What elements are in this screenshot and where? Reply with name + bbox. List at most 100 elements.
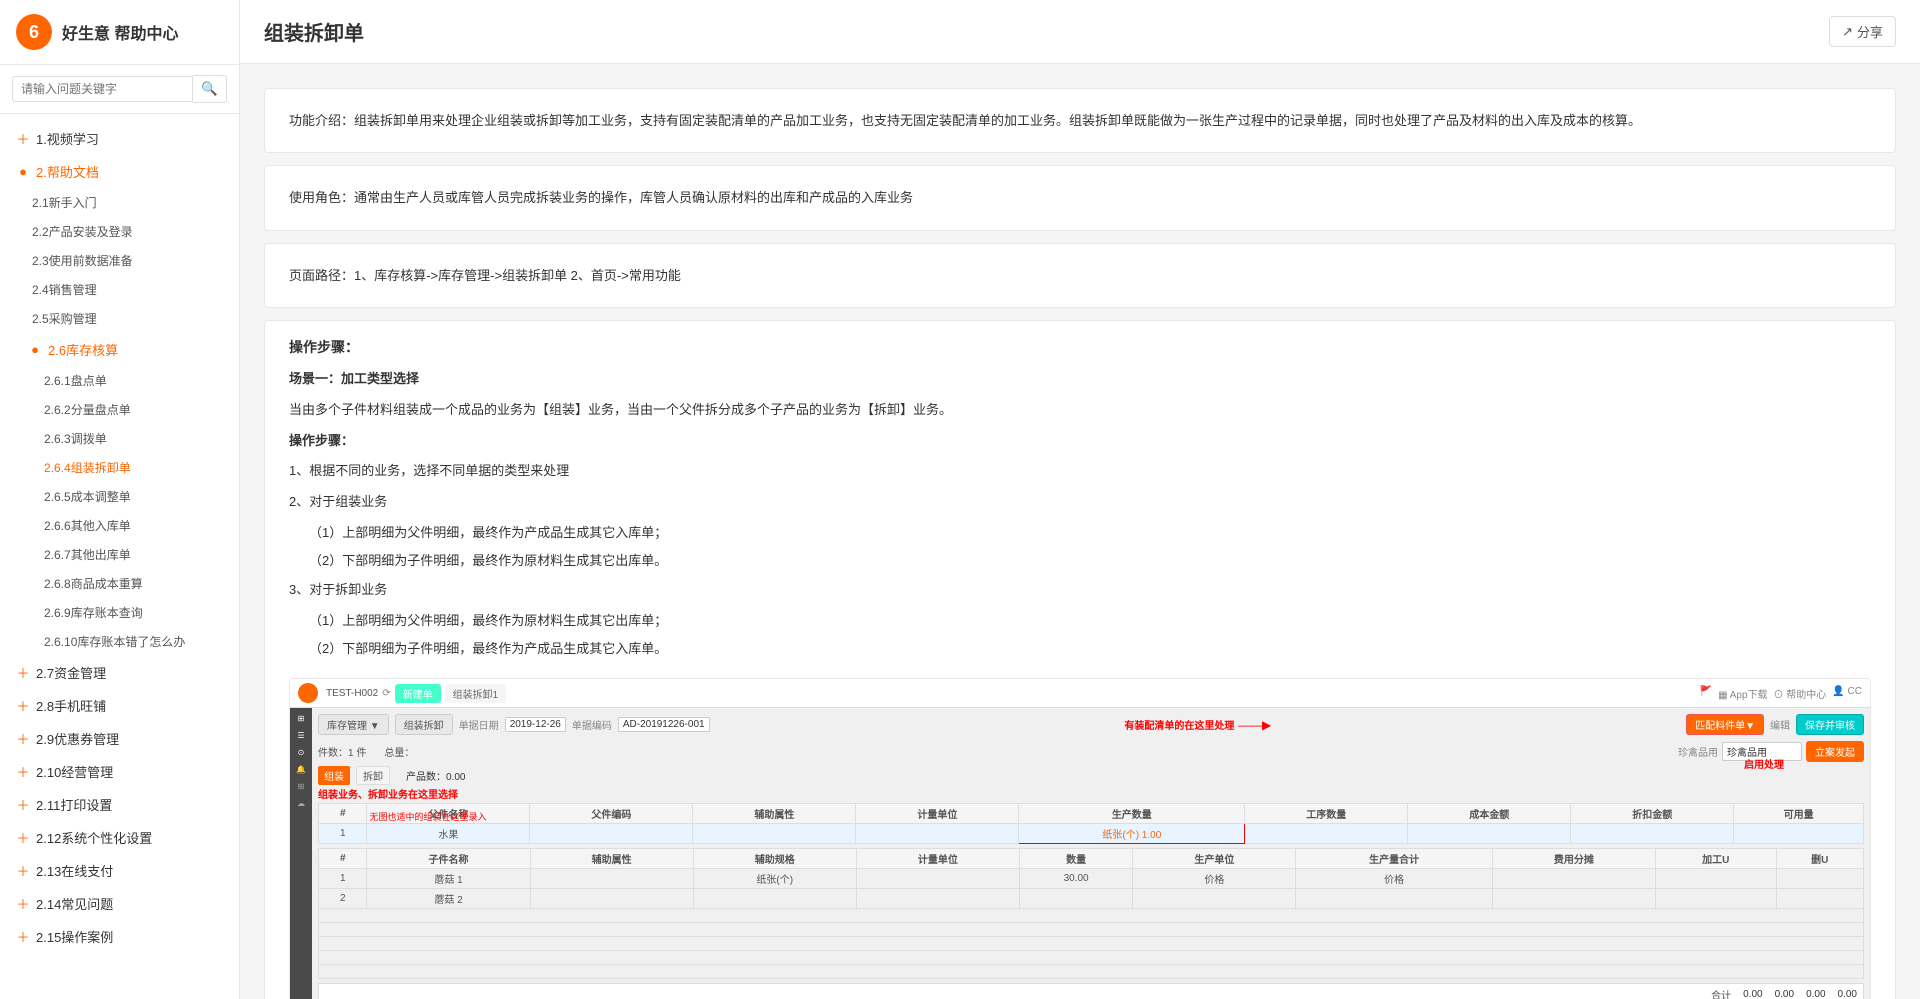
ss-tab-new: 新建单 <box>395 684 441 703</box>
sidebar-item-personalize[interactable]: ＋ 2.12系统个性化设置 <box>0 821 239 854</box>
plus-icon-9: ＋ <box>16 864 30 878</box>
ss-std-aux1 <box>530 869 693 889</box>
sidebar-item-stocktake[interactable]: 2.6.1盘点单 <box>0 366 239 395</box>
ss-strip-icon4: 🔔 <box>296 765 306 774</box>
ss-th-prod-qty: 生产数量 <box>1019 804 1245 824</box>
sidebar-label-ops: 2.10经营管理 <box>36 762 113 781</box>
ss-td-prod-qty: 纸张(个) 1.00 <box>1019 824 1245 844</box>
sidebar-item-purchase[interactable]: 2.5采购管理 <box>0 304 239 333</box>
sidebar-item-other-in[interactable]: 2.6.6其他入库单 <box>0 511 239 540</box>
ss-date-field: 2019-12-26 <box>505 717 566 732</box>
ss-td-name: 水果 无图也适中的组装在这里录入 <box>367 824 530 844</box>
ss-std-qty2 <box>1019 889 1132 909</box>
sidebar-item-payment[interactable]: ＋ 2.13在线支付 <box>0 854 239 887</box>
ss-sub-label2: 总量： <box>384 744 414 759</box>
main-header: 组装拆卸单 ↗ 分享 <box>240 0 1920 64</box>
ss-std-proc2 <box>1655 889 1776 909</box>
sidebar-item-inv-ledger[interactable]: 2.6.9库存账本查询 <box>0 598 239 627</box>
ss-icon-flag: 🚩 <box>1700 686 1712 701</box>
sidebar-label-payment: 2.13在线支付 <box>36 861 113 880</box>
sidebar-item-coupon[interactable]: ＋ 2.9优惠券管理 <box>0 722 239 755</box>
sidebar-item-print[interactable]: ＋ 2.11打印设置 <box>0 788 239 821</box>
step3: 3、对于拆卸业务 <box>289 578 1871 603</box>
ss-arrow-right: ——▶ <box>1238 718 1271 732</box>
ss-upper-table-header: # 父件名称 父件编码 辅助属性 计量单位 生产数量 工序数量 成本金额 <box>319 804 1864 824</box>
sidebar-item-other-out[interactable]: 2.6.7其他出库单 <box>0 540 239 569</box>
sidebar-item-mobile[interactable]: ＋ 2.8手机旺铺 <box>0 689 239 722</box>
sidebar-label-video: 1.视频学习 <box>36 129 99 148</box>
sidebar-item-transfer[interactable]: 2.6.3调拨单 <box>0 424 239 453</box>
logo-title: 好生意 帮助中心 <box>62 20 178 44</box>
sidebar-item-install[interactable]: 2.2产品安装及登录 <box>0 217 239 246</box>
ss-std-punit2 <box>1133 889 1296 909</box>
ss-date-label: 单据日期 <box>459 717 499 732</box>
ss-sub-table-wrapper: # 子件名称 辅助属性 辅助规格 计量单位 数量 生产单位 生产量合计 <box>318 848 1864 979</box>
sidebar-item-data-prep[interactable]: 2.3使用前数据准备 <box>0 246 239 275</box>
plus-icon-3: ＋ <box>16 666 30 680</box>
ss-std-spec2 <box>693 889 856 909</box>
ss-annotation-bottom: 无图也适中的组装在这里录入 <box>369 810 486 823</box>
sidebar-item-cases[interactable]: ＋ 2.15操作案例 <box>0 920 239 953</box>
table-row <box>319 965 1864 979</box>
scene1-desc: 当由多个子件材料组装成一个成品的业务为【组装】业务，当由一个父件拆分成多个子产品… <box>289 398 1871 423</box>
sidebar-item-sales[interactable]: 2.4销售管理 <box>0 275 239 304</box>
ss-topbar-id: TEST-H002 <box>326 688 378 699</box>
role-text: 使用角色：通常由生产人员或库管人员完成拆装业务的操作，库管人员确认原材料的出库和… <box>289 190 913 205</box>
path-text: 页面路径：1、库存核算->库存管理->组装拆卸单 2、首页->常用功能 <box>289 268 681 283</box>
sidebar-label-inventory: 2.6库存核算 <box>48 340 118 359</box>
ss-type-tab2: 拆卸 <box>356 766 390 785</box>
search-input[interactable] <box>12 76 193 102</box>
sidebar-item-newbie[interactable]: 2.1新手入门 <box>0 188 239 217</box>
ss-footer-v1: 0.00 <box>1743 989 1762 999</box>
ss-sth-spec: 辅助规格 <box>693 849 856 869</box>
ss-std-del1 <box>1776 869 1863 889</box>
share-button[interactable]: ↗ 分享 <box>1829 16 1896 47</box>
sidebar-label-personalize: 2.12系统个性化设置 <box>36 828 152 847</box>
sidebar-item-finance[interactable]: ＋ 2.7资金管理 <box>0 656 239 689</box>
ss-btn-edit1: 库存管理 ▼ <box>318 714 389 735</box>
ss-std-unit2 <box>856 889 1019 909</box>
ss-th-parent-code: 父件编码 <box>530 804 693 824</box>
sidebar-item-help-docs[interactable]: ● 2.帮助文档 <box>0 155 239 188</box>
ss-std-qty1: 30.00 <box>1019 869 1132 889</box>
ss-annotation-area: 有装配清单的在这里处理 ——▶ <box>716 717 1681 732</box>
ss-icon-apptray: ▦ App下载 <box>1718 686 1767 701</box>
sidebar-item-cost-recalc[interactable]: 2.6.8商品成本重算 <box>0 569 239 598</box>
ss-th-cost: 成本金额 <box>1408 804 1571 824</box>
ss-sth-child-name: 子件名称 <box>367 849 530 869</box>
ss-th-disc: 折扣金额 <box>1571 804 1734 824</box>
ss-footer-v4: 0.00 <box>1838 989 1857 999</box>
share-icon: ↗ <box>1842 24 1853 40</box>
sidebar-item-assembly[interactable]: 2.6.4组装拆卸单 <box>0 453 239 482</box>
ss-strip-icon1: ⊞ <box>298 714 305 723</box>
ss-btn-confirm: 立案发起 <box>1806 741 1864 762</box>
sidebar-item-ops[interactable]: ＋ 2.10经营管理 <box>0 755 239 788</box>
plus-icon: ＋ <box>16 132 30 146</box>
sidebar-item-inventory[interactable]: ● 2.6库存核算 <box>0 333 239 366</box>
search-button[interactable]: 🔍 <box>193 75 227 103</box>
sidebar-nav: ＋ 1.视频学习 ● 2.帮助文档 2.1新手入门 2.2产品安装及登录 2.3… <box>0 114 239 999</box>
sidebar-label-print: 2.11打印设置 <box>36 795 112 814</box>
sidebar-item-faq[interactable]: ＋ 2.14常见问题 <box>0 887 239 920</box>
ss-std-punit1: 价格 <box>1133 869 1296 889</box>
logo-icon: 6 <box>16 14 52 50</box>
ss-type-annotation-row: 组装 拆卸 产品数：0.00 组装业务、拆卸业务在这里选择 启用处理 <box>318 766 1864 785</box>
sidebar-label-finance: 2.7资金管理 <box>36 663 106 682</box>
ops-section: 操作步骤： 场景一：加工类型选择 当由多个子件材料组装成一个成品的业务为【组装】… <box>264 320 1896 999</box>
sidebar-item-partial-stocktake[interactable]: 2.6.2分量盘点单 <box>0 395 239 424</box>
ss-std-name2: 蘑菇 2 <box>367 889 530 909</box>
screenshot-wrapper: TEST-H002 ⟳ 新建单 组装拆卸1 🚩 ▦ App下载 ⊙ 帮助中心 👤… <box>289 678 1871 999</box>
sidebar-item-inv-ledger-fix[interactable]: 2.6.10库存账本错了怎么办 <box>0 627 239 656</box>
ss-std-alloc1 <box>1492 869 1655 889</box>
ss-product-count: 产品数：0.00 <box>406 768 465 783</box>
ss-td-1: 1 <box>319 824 367 844</box>
sidebar-label-help-docs: 2.帮助文档 <box>36 162 99 181</box>
sidebar-item-cost-adj[interactable]: 2.6.5成本调整单 <box>0 482 239 511</box>
step2-2: （2）下部明细为子件明细，最终作为原材料生成其它出库单。 <box>289 549 1871 574</box>
plus-icon-4: ＋ <box>16 699 30 713</box>
ss-annotation-process: 启用处理 <box>1744 760 1784 771</box>
sidebar-item-video[interactable]: ＋ 1.视频学习 <box>0 122 239 155</box>
ss-sub-label1: 件数：1 件 <box>318 744 366 759</box>
ss-toolbar-row: 库存管理 ▼ 组装拆卸 单据日期 2019-12-26 单据编码 AD-2019… <box>318 714 1864 735</box>
app-logo: 6 好生意 帮助中心 <box>0 0 239 65</box>
